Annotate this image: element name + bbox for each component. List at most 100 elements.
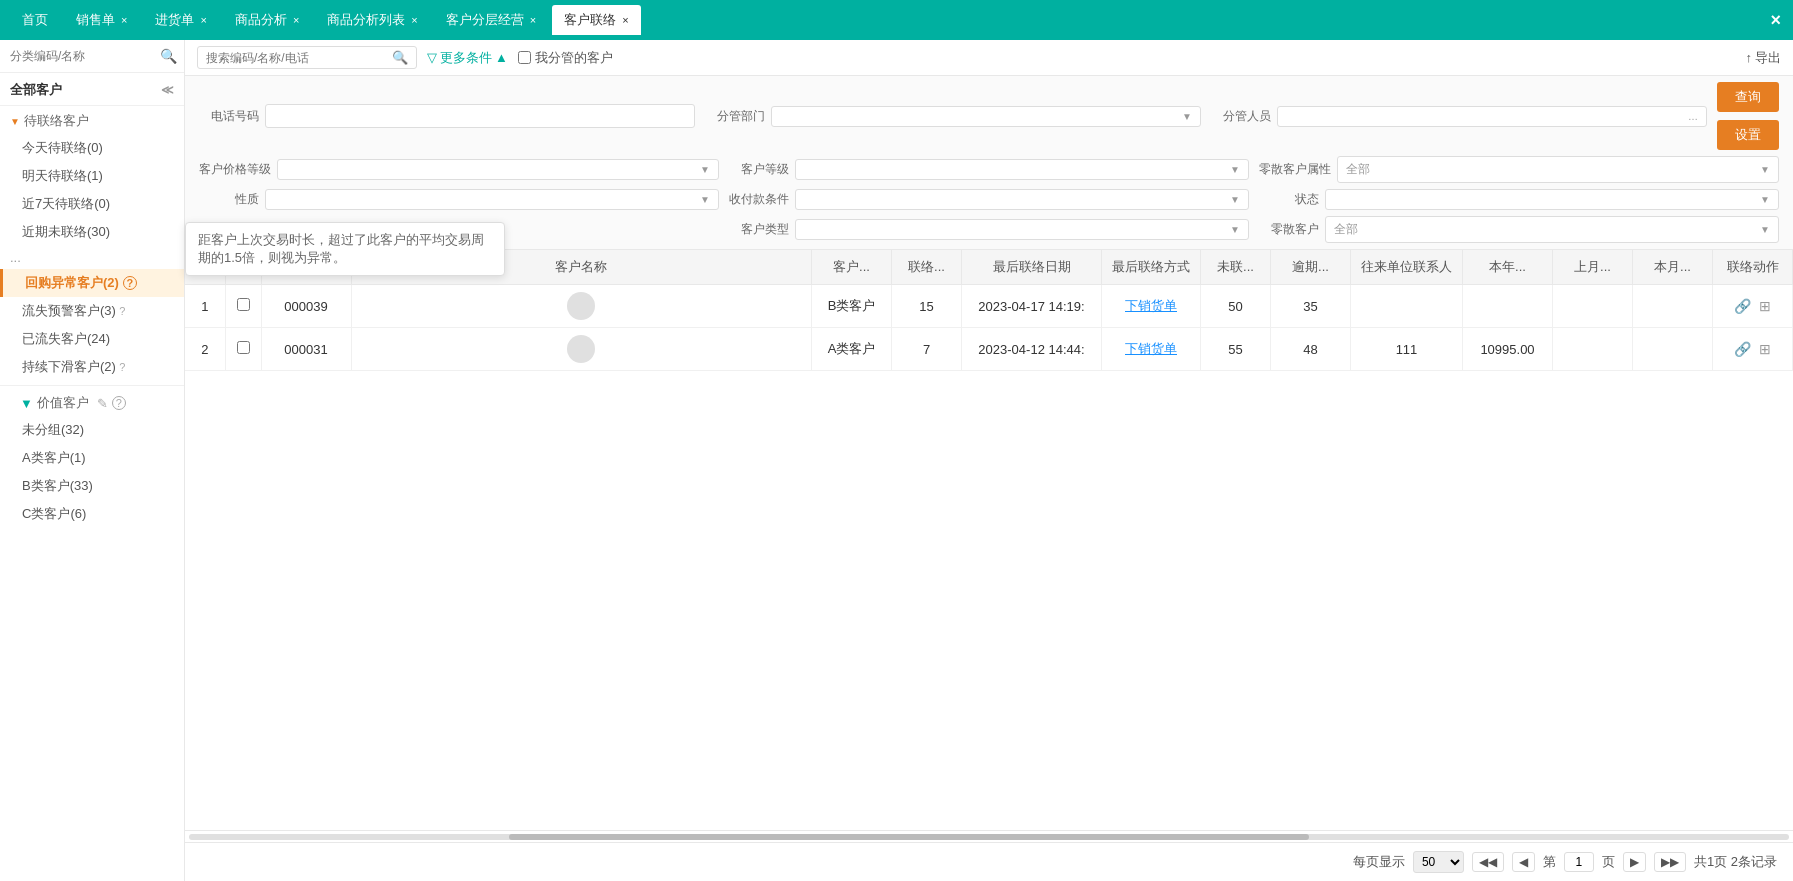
export-button[interactable]: ↑ 导出 (1746, 49, 1782, 67)
next-page-button[interactable]: ▶ (1623, 852, 1646, 872)
price-level-select[interactable]: ▼ (277, 159, 719, 180)
row1-seq: 1 (185, 285, 225, 328)
phone-input[interactable] (265, 104, 695, 128)
sidebar-item-recent-label: 近期未联络(30) (22, 224, 110, 239)
dept-chevron-down-icon: ▼ (1182, 111, 1192, 122)
nav-tab-purchase-close[interactable]: × (200, 14, 206, 26)
nav-tab-customer-tier-close[interactable]: × (530, 14, 536, 26)
all-customers-header[interactable]: 全部客户 ≪ (0, 73, 184, 106)
sidebar-item-repurchase-abnormal[interactable]: 回购异常客户(2) ? (0, 269, 184, 297)
retail-customer-filter: 零散客户 全部 ▼ (1259, 216, 1779, 243)
sidebar-item-declining[interactable]: 持续下滑客户(2) ? (0, 353, 184, 381)
last-page-button[interactable]: ▶▶ (1654, 852, 1686, 872)
scroll-track[interactable] (189, 834, 1789, 840)
price-level-label: 客户价格等级 (199, 161, 271, 178)
sidebar-item-b-class[interactable]: B类客户(33) (0, 472, 184, 500)
value-group-edit-icon[interactable]: ✎ (97, 396, 108, 411)
payment-select[interactable]: ▼ (795, 189, 1249, 210)
nav-tab-customer-contact-close[interactable]: × (622, 14, 628, 26)
sidebar-item-tomorrow[interactable]: 明天待联络(1) (0, 162, 184, 190)
nav-tab-product-list-close[interactable]: × (411, 14, 417, 26)
row1-last-way-link[interactable]: 下销货单 (1125, 298, 1177, 313)
pending-contact-group[interactable]: ▼ 待联络客户 (0, 106, 184, 134)
scroll-thumb[interactable] (509, 834, 1309, 840)
sidebar-item-lost-preview[interactable]: 流失预警客户(3) ? (0, 297, 184, 325)
retail-customer-select[interactable]: 全部 ▼ (1325, 216, 1779, 243)
retail-customer-label: 零散客户 (1259, 221, 1319, 238)
prev-page-button[interactable]: ◀ (1512, 852, 1535, 872)
dept-select[interactable]: ▼ (771, 106, 1201, 127)
gender-select[interactable]: ▼ (265, 189, 719, 210)
row1-action: 🔗 ⊞ (1713, 285, 1793, 328)
row1-link-icon[interactable]: 🔗 (1734, 298, 1751, 314)
table-area: ⚙ 客户编码 客户名称 客户... (185, 250, 1793, 830)
more-conditions-button[interactable]: ▽ 更多条件 ▲ (427, 49, 508, 67)
row2-last-date: 2023-04-12 14:44: (962, 328, 1102, 371)
sidebar-item-c-class[interactable]: C类客户(6) (0, 500, 184, 528)
per-page-select[interactable]: 50 20 100 (1413, 851, 1464, 873)
row1-checkbox[interactable] (225, 285, 261, 328)
sidebar-item-today[interactable]: 今天待联络(0) (0, 134, 184, 162)
row2-grid-icon[interactable]: ⊞ (1759, 341, 1771, 357)
value-group-arrow-icon: ▼ (20, 396, 33, 411)
customer-level-select[interactable]: ▼ (795, 159, 1249, 180)
nav-tab-product-list[interactable]: 商品分析列表 × (315, 5, 429, 35)
first-page-button[interactable]: ◀◀ (1472, 852, 1504, 872)
row2-unit-person: 111 (1351, 328, 1463, 371)
sidebar-item-ungrouped[interactable]: 未分组(32) (0, 416, 184, 444)
content-area: 🔍 ▽ 更多条件 ▲ 我分管的客户 ↑ 导出 电话号码 (185, 40, 1793, 881)
close-all-tabs-button[interactable]: × (1770, 10, 1781, 31)
status-select[interactable]: ▼ (1325, 189, 1779, 210)
my-customer-checkbox[interactable] (518, 51, 531, 64)
page-input[interactable] (1564, 852, 1594, 872)
table-row: 2 000031 A类客户 (185, 328, 1793, 371)
value-group-header[interactable]: ▼ 价值客户 ✎ ? (0, 390, 184, 416)
row2-avatar (567, 335, 595, 363)
row1-last-way[interactable]: 下销货单 (1102, 285, 1201, 328)
sidebar-search-input[interactable] (10, 49, 160, 63)
nav-tab-product-analysis-close[interactable]: × (293, 14, 299, 26)
payment-chevron-down-icon: ▼ (1230, 194, 1240, 205)
sidebar-collapse-icon[interactable]: ≪ (161, 83, 174, 97)
search-input[interactable] (206, 51, 388, 65)
row1-grid-icon[interactable]: ⊞ (1759, 298, 1771, 314)
nav-tab-home[interactable]: 首页 (10, 5, 60, 35)
row2-checkbox[interactable] (225, 328, 261, 371)
nav-tab-sales[interactable]: 销售单 × (64, 5, 139, 35)
row2-last-way-link[interactable]: 下销货单 (1125, 341, 1177, 356)
th-unit-person: 往来单位联系人 (1351, 250, 1463, 285)
retail-attr-select[interactable]: 全部 ▼ (1337, 156, 1779, 183)
nav-tab-purchase[interactable]: 进货单 × (143, 5, 218, 35)
price-level-chevron-down-icon: ▼ (700, 164, 710, 175)
customer-type-select[interactable]: ▼ (795, 219, 1249, 240)
horizontal-scrollbar[interactable] (185, 830, 1793, 842)
manager-select[interactable]: … (1277, 106, 1707, 127)
sidebar-item-lost[interactable]: 已流失客户(24) (0, 325, 184, 353)
row1-check[interactable] (237, 298, 250, 311)
sidebar-item-a-class[interactable]: A类客户(1) (0, 444, 184, 472)
row1-name[interactable] (351, 285, 812, 328)
customer-level-filter: 客户等级 ▼ (729, 159, 1249, 180)
nav-tab-product-analysis[interactable]: 商品分析 × (223, 5, 311, 35)
my-customer-checkbox-area[interactable]: 我分管的客户 (518, 49, 613, 67)
more-items-dots[interactable]: ... (0, 246, 184, 269)
sidebar-search-box[interactable]: 🔍 (0, 40, 184, 73)
settings-button[interactable]: 设置 (1717, 120, 1779, 150)
row2-name[interactable] (351, 328, 812, 371)
nav-tab-customer-tier[interactable]: 客户分层经营 × (434, 5, 548, 35)
pending-contact-label: 待联络客户 (24, 112, 89, 130)
row2-link-icon[interactable]: 🔗 (1734, 341, 1751, 357)
row1-action-icons: 🔗 ⊞ (1723, 298, 1782, 314)
sidebar-item-7days[interactable]: 近7天待联络(0) (0, 190, 184, 218)
th-last-date: 最后联络日期 (962, 250, 1102, 285)
page-label: 第 (1543, 853, 1556, 871)
query-button[interactable]: 查询 (1717, 82, 1779, 112)
export-label: 导出 (1755, 49, 1781, 67)
row2-check[interactable] (237, 341, 250, 354)
nav-tab-sales-close[interactable]: × (121, 14, 127, 26)
search-box[interactable]: 🔍 (197, 46, 417, 69)
sidebar-item-recent[interactable]: 近期未联络(30) (0, 218, 184, 246)
row2-last-way[interactable]: 下销货单 (1102, 328, 1201, 371)
row2-unread: 55 (1201, 328, 1271, 371)
nav-tab-customer-contact[interactable]: 客户联络 × (552, 5, 640, 35)
